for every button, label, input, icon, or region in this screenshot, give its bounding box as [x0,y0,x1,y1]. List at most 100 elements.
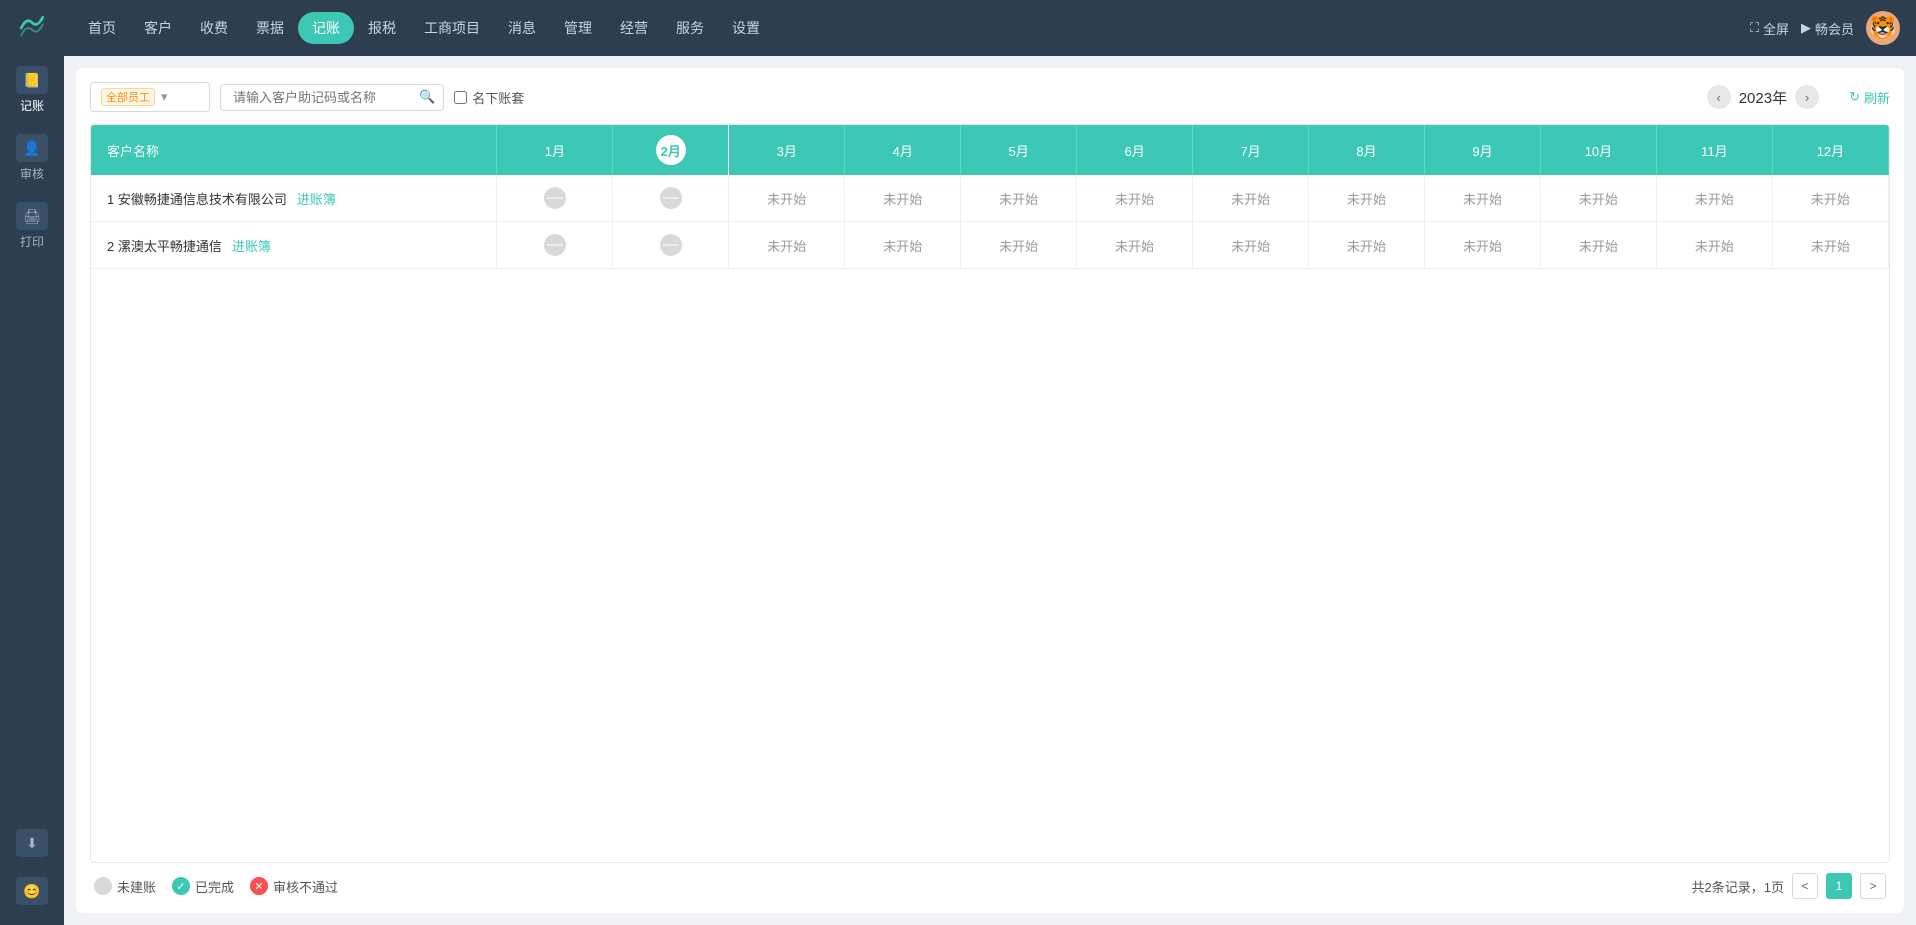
nav-message[interactable]: 消息 [494,12,550,44]
fullscreen-icon: ⛶ [1750,20,1759,36]
nav-home[interactable]: 首页 [74,12,130,44]
status-not-started: 未开始 [1231,192,1270,207]
month-cell-9: 未开始 [1425,222,1541,269]
current-page-button[interactable]: 1 [1826,873,1852,899]
search-input[interactable] [229,85,419,110]
nav-ledger[interactable]: 记账 [298,12,354,44]
status-not-started: 未开始 [1579,239,1618,254]
prev-page-button[interactable]: < [1792,873,1818,899]
col-header-aug: 8月 [1309,125,1425,175]
status-dash-icon: — [660,187,682,209]
status-dash-icon: — [660,234,682,256]
sidebar-item-support[interactable]: 😊 [0,867,64,915]
topnav: 首页 客户 收费 票据 记账 报税 工商项目 消息 管理 经营 服务 设置 ⛶ … [64,0,1916,56]
client-index: 2 漯澳太平畅捷通信 [107,239,222,254]
employee-tag: 全部员工 [101,88,155,106]
nav-invoice[interactable]: 票据 [242,12,298,44]
nav-settings[interactable]: 设置 [718,12,774,44]
prev-year-button[interactable]: ‹ [1707,85,1731,109]
content: 全部员工 ▾ 🔍 名下账套 ‹ 2023年 › ↻ [64,56,1916,925]
month-cell-7: 未开始 [1193,222,1309,269]
col-header-nov: 11月 [1656,125,1772,175]
enter-link[interactable]: 进账簿 [297,192,336,207]
vip-button[interactable]: ▶ 畅会员 [1801,19,1854,38]
sidebar-item-print[interactable]: 🖨 打印 [0,192,64,260]
col-header-dec: 12月 [1772,125,1888,175]
col-header-may: 5月 [961,125,1077,175]
month-cell-10: 未开始 [1540,175,1656,222]
refresh-icon: ↻ [1849,89,1860,105]
status-not-started: 未开始 [999,192,1038,207]
logo [0,0,64,56]
col-header-feb: 2月 [613,125,729,175]
client-cell: 2 漯澳太平畅捷通信进账簿 [91,222,497,269]
month-cell-11: 未开始 [1656,175,1772,222]
status-not-started: 未开始 [1115,192,1154,207]
month-cell-11: 未开始 [1656,222,1772,269]
support-icon: 😊 [16,877,48,905]
sidebar-item-download[interactable]: ⬇ [0,819,64,867]
month-cell-12: 未开始 [1772,222,1888,269]
refresh-button[interactable]: ↻ 刷新 [1849,88,1890,107]
employee-select[interactable]: 全部员工 ▾ [90,82,210,112]
month-cell-6: 未开始 [1077,222,1193,269]
month-cell-5: 未开始 [961,175,1077,222]
month-cell-1: — [497,175,613,222]
month-cell-7: 未开始 [1193,175,1309,222]
nav-service[interactable]: 服务 [662,12,718,44]
month-cell-2: — [613,175,729,222]
accounts-checkbox-wrap[interactable]: 名下账套 [454,88,524,107]
accounts-checkbox[interactable] [454,91,467,104]
status-not-started: 未开始 [1347,239,1386,254]
table-row: 2 漯澳太平畅捷通信进账簿 — — 未开始 未开始 未开始 未开始 未开始 未开始 未开始 未开始 未… [91,222,1889,269]
month-cell-1: — [497,222,613,269]
download-icon: ⬇ [16,829,48,857]
month-cell-2: — [613,222,729,269]
content-card: 全部员工 ▾ 🔍 名下账套 ‹ 2023年 › ↻ [76,68,1904,913]
legend-completed: ✓ 已完成 [172,877,234,896]
month-cell-8: 未开始 [1309,175,1425,222]
sidebar-item-audit[interactable]: 👤 审核 [0,124,64,192]
nav-business[interactable]: 工商项目 [410,12,494,44]
month-cell-6: 未开始 [1077,175,1193,222]
status-not-started: 未开始 [1811,192,1850,207]
status-not-started: 未开始 [1695,239,1734,254]
status-not-started: 未开始 [999,239,1038,254]
legend-rejected-icon: ✕ [250,877,268,895]
fullscreen-button[interactable]: ⛶ 全屏 [1750,19,1789,38]
legend-rejected: ✕ 审核不通过 [250,877,338,896]
status-not-started: 未开始 [767,239,806,254]
status-not-started: 未开始 [1811,239,1850,254]
nav-tax[interactable]: 报税 [354,12,410,44]
month-cell-4: 未开始 [845,175,961,222]
col-header-mar: 3月 [729,125,845,175]
status-dash-icon: — [544,234,566,256]
col-header-oct: 10月 [1540,125,1656,175]
month-cell-5: 未开始 [961,222,1077,269]
avatar[interactable]: 🐯 [1866,11,1900,45]
legend-not-started-icon [94,877,112,895]
year-label: 2023年 [1739,87,1787,108]
search-wrap: 🔍 [220,84,444,111]
col-header-jan: 1月 [497,125,613,175]
month-cell-4: 未开始 [845,222,961,269]
nav-manage[interactable]: 管理 [550,12,606,44]
enter-link[interactable]: 进账簿 [232,239,271,254]
next-year-button[interactable]: › [1795,85,1819,109]
next-page-button[interactable]: > [1860,873,1886,899]
status-not-started: 未开始 [1115,239,1154,254]
status-not-started: 未开始 [1579,192,1618,207]
month-cell-3: 未开始 [729,222,845,269]
nav-operation[interactable]: 经营 [606,12,662,44]
month-cell-9: 未开始 [1425,175,1541,222]
main-wrap: 首页 客户 收费 票据 记账 报税 工商项目 消息 管理 经营 服务 设置 ⛶ … [64,0,1916,925]
month-cell-3: 未开始 [729,175,845,222]
client-cell: 1 安徽畅捷通信息技术有限公司进账簿 [91,175,497,222]
nav-billing[interactable]: 收费 [186,12,242,44]
sidebar-item-ledger[interactable]: 📒 记账 [0,56,64,124]
search-icon[interactable]: 🔍 [419,89,435,105]
col-header-client: 客户名称 [91,125,497,175]
month-cell-10: 未开始 [1540,222,1656,269]
status-dash-icon: — [544,187,566,209]
nav-customer[interactable]: 客户 [130,12,186,44]
